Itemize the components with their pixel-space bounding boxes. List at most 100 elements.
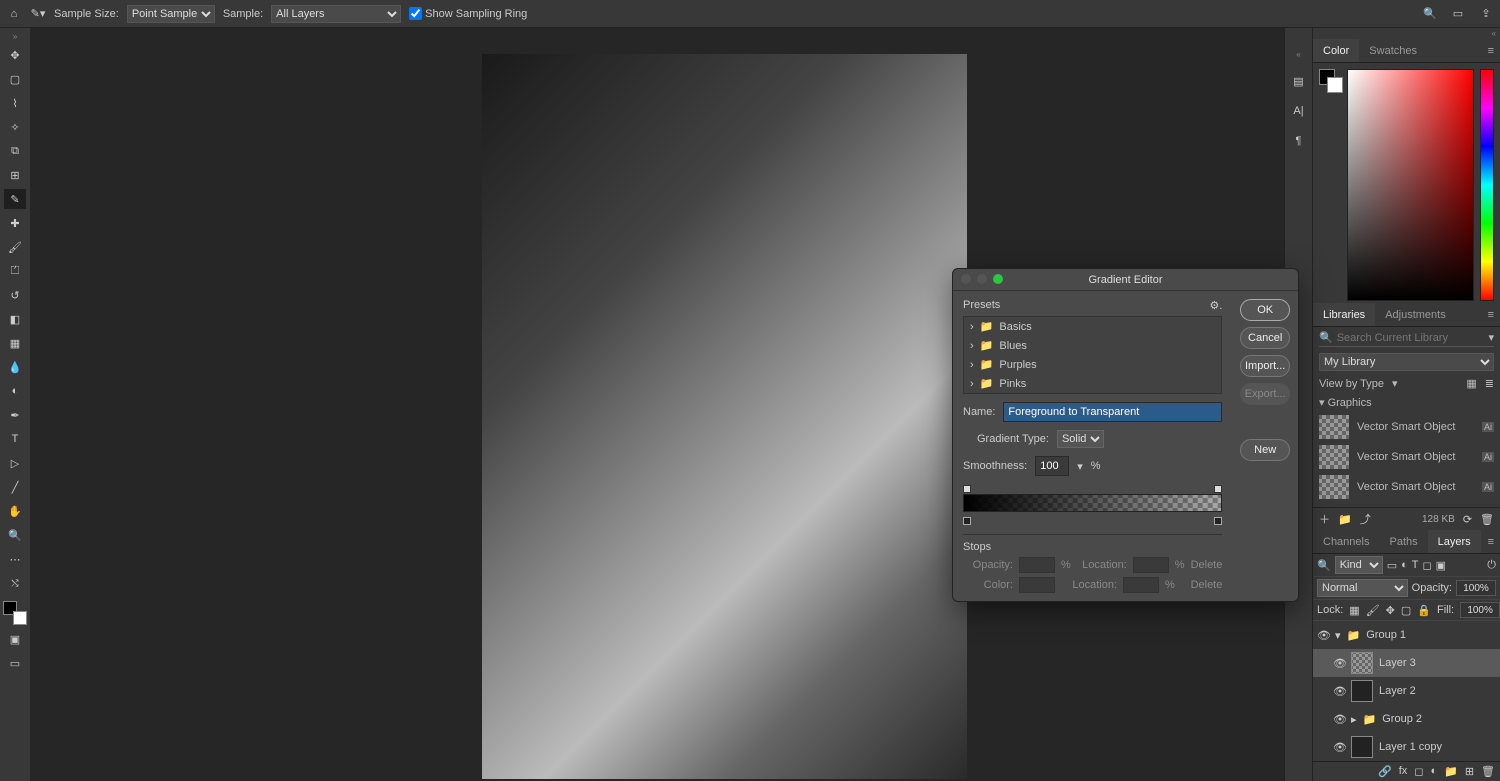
layer-row-layer2[interactable]: 👁 Layer 2: [1313, 677, 1500, 705]
marquee-tool[interactable]: ▢: [4, 69, 26, 89]
zoom-tool[interactable]: 🔍: [4, 525, 26, 545]
quickmask-tool[interactable]: ▣: [4, 629, 26, 649]
tab-adjustments[interactable]: Adjustments: [1375, 303, 1456, 326]
disclosure-icon[interactable]: ›: [970, 340, 974, 352]
paragraph-icon[interactable]: ¶: [1291, 133, 1307, 149]
dialog-titlebar[interactable]: Gradient Editor: [953, 269, 1298, 291]
tab-libraries[interactable]: Libraries: [1313, 303, 1375, 326]
preset-folder-pinks[interactable]: ›📁Pinks: [964, 374, 1221, 393]
visibility-icon[interactable]: 👁: [1333, 741, 1345, 754]
disclosure-icon[interactable]: ›: [970, 378, 974, 390]
expand-icon[interactable]: »: [13, 32, 17, 41]
lock-paint-icon[interactable]: 🖌: [1366, 604, 1380, 617]
background-color[interactable]: [13, 611, 27, 625]
gradient-tool[interactable]: ▦: [4, 333, 26, 353]
visibility-icon[interactable]: 👁: [1333, 713, 1345, 726]
tab-layers[interactable]: Layers: [1428, 530, 1481, 553]
blend-mode-select[interactable]: Normal: [1317, 579, 1408, 597]
tab-channels[interactable]: Channels: [1313, 530, 1379, 553]
frame-tool[interactable]: ⊞: [4, 165, 26, 185]
sampling-ring-check[interactable]: [409, 7, 422, 20]
strip-expand-icon[interactable]: «: [1296, 50, 1300, 59]
search-icon[interactable]: 🔍: [1422, 6, 1438, 22]
zoom-window-icon[interactable]: [993, 274, 1003, 284]
workspace-icon[interactable]: ▭: [1450, 6, 1466, 22]
color-bg-swatch[interactable]: [1327, 77, 1343, 93]
grid-view-icon[interactable]: ▦: [1466, 377, 1476, 390]
trash-icon[interactable]: 🗑: [1480, 513, 1494, 526]
move-tool[interactable]: ✥: [4, 45, 26, 65]
sample-select[interactable]: All Layers: [271, 5, 401, 23]
cancel-button[interactable]: Cancel: [1240, 327, 1290, 349]
dodge-tool[interactable]: ◐: [4, 381, 26, 401]
crop-tool[interactable]: ⧉: [4, 141, 26, 161]
filter-toggle-icon[interactable]: ⏻: [1487, 559, 1496, 572]
gradient-name-input[interactable]: [1003, 402, 1222, 422]
wand-tool[interactable]: ✧: [4, 117, 26, 137]
visibility-icon[interactable]: 👁: [1333, 657, 1345, 670]
opacity-input[interactable]: [1456, 580, 1496, 596]
panels-expand-icon[interactable]: «: [1313, 28, 1500, 39]
preset-folder-purples[interactable]: ›📁Purples: [964, 355, 1221, 374]
search-dropdown-icon[interactable]: ▾: [1488, 331, 1494, 344]
hand-tool[interactable]: ✋: [4, 501, 26, 521]
blur-tool[interactable]: 💧: [4, 357, 26, 377]
upload-icon[interactable]: ⤴: [1360, 511, 1371, 527]
opacity-stop-right[interactable]: [1214, 485, 1222, 493]
preset-list[interactable]: ›📁Basics ›📁Blues ›📁Purples ›📁Pinks: [963, 316, 1222, 394]
lock-pos-icon[interactable]: ✥: [1386, 604, 1395, 617]
layers-panel-menu-icon[interactable]: ≡: [1488, 536, 1500, 548]
filter-pixel-icon[interactable]: ▭: [1387, 559, 1397, 572]
new-button[interactable]: New: [1240, 439, 1290, 461]
color-swatches[interactable]: [3, 601, 27, 625]
lock-all-icon[interactable]: 🔒: [1417, 604, 1431, 617]
fill-input[interactable]: [1460, 602, 1500, 618]
color-field[interactable]: [1347, 69, 1474, 301]
adjustment-layer-icon[interactable]: ◐: [1430, 765, 1437, 778]
color-stop-right[interactable]: [1214, 517, 1222, 525]
swap-colors-icon[interactable]: ⤭: [4, 573, 26, 593]
disclosure-icon[interactable]: ›: [970, 321, 974, 333]
library-item[interactable]: Vector Smart ObjectAi: [1319, 445, 1494, 469]
tab-swatches[interactable]: Swatches: [1359, 39, 1427, 62]
disclosure-icon[interactable]: ›: [970, 359, 974, 371]
gradient-preview[interactable]: [963, 494, 1222, 512]
stamp-tool[interactable]: ⏍: [4, 261, 26, 281]
hue-slider[interactable]: [1480, 69, 1494, 301]
gradient-type-select[interactable]: Solid: [1057, 430, 1104, 448]
library-item[interactable]: Vector Smart ObjectAi: [1319, 475, 1494, 499]
brush-tool[interactable]: 🖌: [4, 237, 26, 257]
line-tool[interactable]: ╱: [4, 477, 26, 497]
screenmode-tool[interactable]: ▭: [4, 653, 26, 673]
type-tool[interactable]: T: [4, 429, 26, 449]
lasso-tool[interactable]: ⌇: [4, 93, 26, 113]
disclosure-icon[interactable]: ▾: [1335, 629, 1341, 642]
presets-gear-icon[interactable]: ⚙.: [1209, 299, 1222, 312]
view-by-type-label[interactable]: View by Type: [1319, 378, 1384, 390]
ok-button[interactable]: OK: [1240, 299, 1290, 321]
smoothness-dropdown-icon[interactable]: ▾: [1077, 460, 1083, 473]
lock-nest-icon[interactable]: ▢: [1401, 604, 1411, 617]
new-layer-icon[interactable]: ⊞: [1465, 765, 1474, 778]
delete-layer-icon[interactable]: 🗑: [1481, 765, 1495, 778]
more-tools[interactable]: ⋯: [4, 549, 26, 569]
layer-row-layer3[interactable]: 👁 Layer 3: [1313, 649, 1500, 677]
minimize-window-icon[interactable]: [977, 274, 987, 284]
show-sampling-ring-checkbox[interactable]: Show Sampling Ring: [409, 7, 527, 20]
history-brush-tool[interactable]: ↺: [4, 285, 26, 305]
histogram-icon[interactable]: ▤: [1291, 73, 1307, 89]
layer-filter-kind[interactable]: Kind: [1335, 556, 1383, 574]
group-icon[interactable]: 📁: [1444, 765, 1458, 778]
smoothness-input[interactable]: [1035, 456, 1069, 476]
eyedropper-tool-icon[interactable]: ✎▾: [30, 6, 46, 22]
share-icon[interactable]: ⇪: [1478, 6, 1494, 22]
gradient-bar[interactable]: [963, 484, 1222, 526]
heal-tool[interactable]: ✚: [4, 213, 26, 233]
tab-paths[interactable]: Paths: [1379, 530, 1427, 553]
tab-color[interactable]: Color: [1313, 39, 1359, 62]
character-icon[interactable]: A|: [1291, 103, 1307, 119]
fx-icon[interactable]: fx: [1399, 765, 1408, 778]
color-stop-left[interactable]: [963, 517, 971, 525]
filter-type-icon[interactable]: T: [1412, 559, 1419, 571]
add-folder-icon[interactable]: 📁: [1338, 513, 1352, 526]
